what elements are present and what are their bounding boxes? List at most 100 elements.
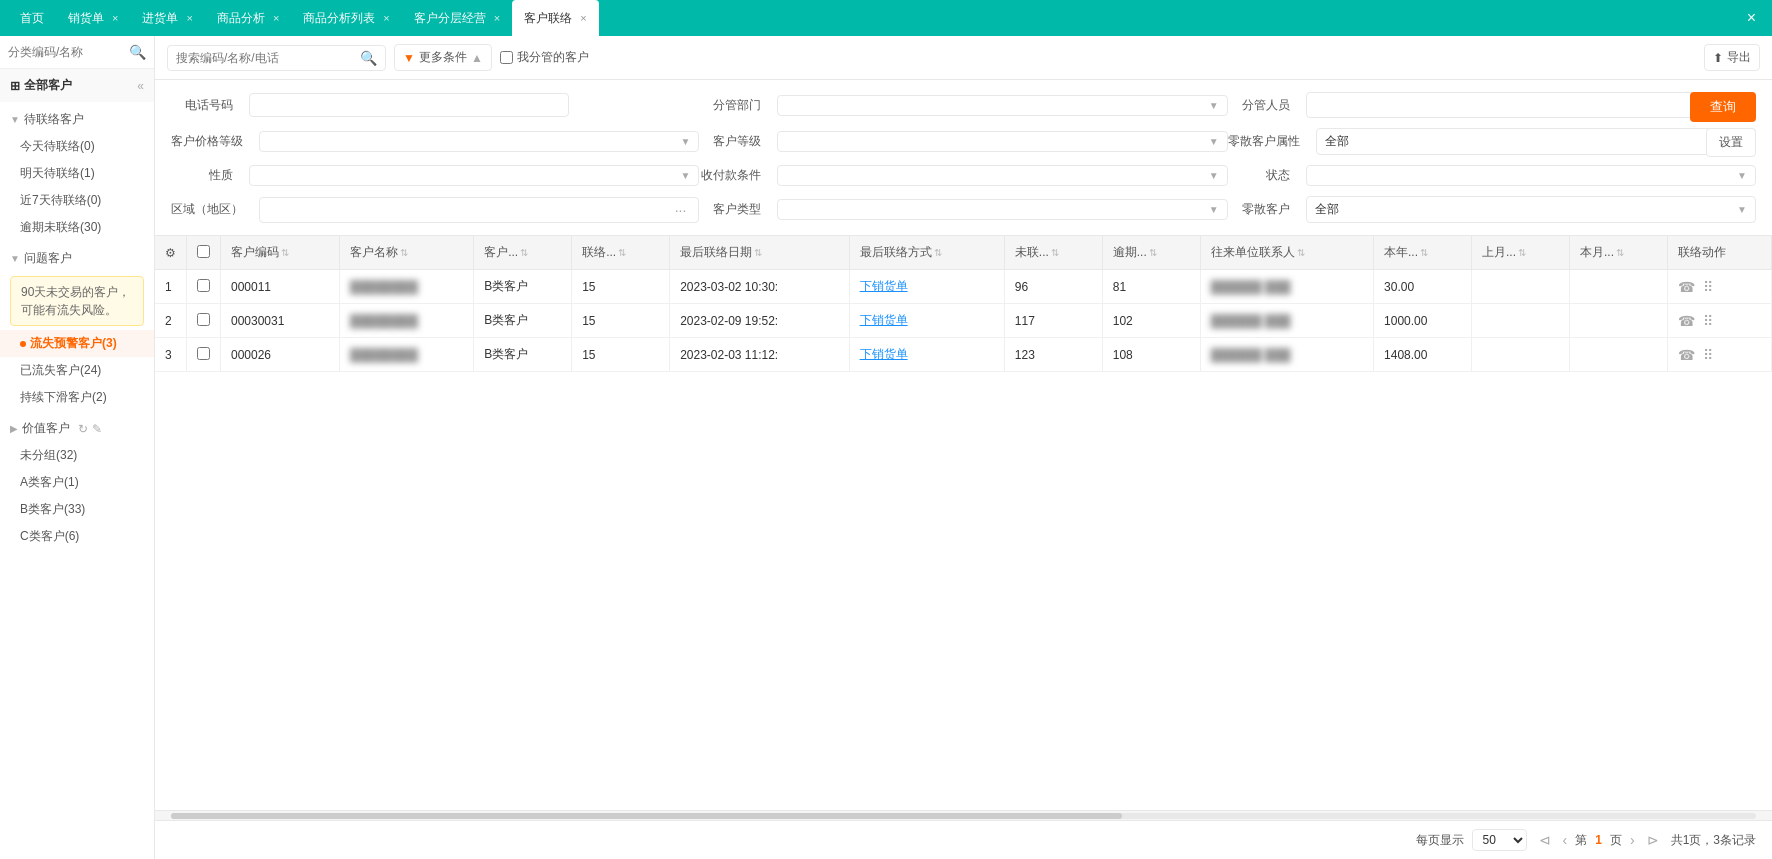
sidebar-item-churned[interactable]: 已流失客户(24) bbox=[0, 357, 154, 384]
close-analysis-tab[interactable]: × bbox=[273, 12, 279, 24]
row-last-month bbox=[1472, 304, 1570, 338]
nav-tab-sales[interactable]: 销货单 × bbox=[56, 0, 130, 36]
edit-icon[interactable]: ✎ bbox=[92, 422, 102, 436]
payment-select[interactable]: ▼ bbox=[777, 165, 1227, 186]
sidebar: 🔍 ⊞ 全部客户 « ▼ 待联络客户 今天待联络(0) 明天待联络(1) 近7天… bbox=[0, 36, 155, 859]
more-icon-2[interactable]: ··· bbox=[671, 202, 691, 218]
export-button[interactable]: ⬆ 导出 bbox=[1704, 44, 1760, 71]
nav-tab-analysis[interactable]: 商品分析 × bbox=[205, 0, 291, 36]
nav-tab-customer-layer[interactable]: 客户分层经营 × bbox=[402, 0, 512, 36]
code-column-header[interactable]: 客户编码⇅ bbox=[221, 236, 340, 270]
last-contact-type-column-header[interactable]: 最后联络方式⇅ bbox=[849, 236, 1004, 270]
row-last-contact-type[interactable]: 下销货单 bbox=[849, 304, 1004, 338]
more-action-icon[interactable]: ⠿ bbox=[1703, 279, 1713, 295]
settings-button[interactable]: 设置 bbox=[1706, 128, 1756, 157]
pagination-bar: 每页显示 50 100 200 ⊲ ‹ 第 1 页 › ⊳ 共1页，3条记录 bbox=[155, 820, 1772, 859]
nav-tab-customer-contact[interactable]: 客户联络 × bbox=[512, 0, 598, 36]
row-checkbox[interactable] bbox=[187, 270, 221, 304]
row-last-contact-type[interactable]: 下销货单 bbox=[849, 338, 1004, 372]
row-last-contact-type[interactable]: 下销货单 bbox=[849, 270, 1004, 304]
query-button[interactable]: 查询 bbox=[1690, 92, 1756, 122]
sidebar-item-tomorrow[interactable]: 明天待联络(1) bbox=[0, 160, 154, 187]
sidebar-item-class-c[interactable]: C类客户(6) bbox=[0, 523, 154, 550]
search-button[interactable]: 🔍 bbox=[360, 50, 377, 66]
person-select[interactable]: ··· bbox=[1306, 92, 1756, 118]
region-select[interactable]: ··· bbox=[259, 197, 699, 223]
nav-tab-purchase[interactable]: 进货单 × bbox=[130, 0, 204, 36]
filter-row-3: 性质 ▼ 收付款条件 ▼ 状态 bbox=[171, 165, 1756, 186]
horizontal-scrollbar[interactable] bbox=[155, 810, 1772, 820]
gender-select[interactable]: ▼ bbox=[249, 165, 699, 186]
row-checkbox[interactable] bbox=[187, 304, 221, 338]
row-last-month bbox=[1472, 270, 1570, 304]
sidebar-all-customers-header[interactable]: ⊞ 全部客户 « bbox=[0, 69, 154, 102]
close-customer-layer-tab[interactable]: × bbox=[494, 12, 500, 24]
sidebar-item-churn-warning[interactable]: 流失预警客户(3) bbox=[0, 330, 154, 357]
this-year-column-header[interactable]: 本年...⇅ bbox=[1374, 236, 1472, 270]
contact-column-header[interactable]: 联络...⇅ bbox=[572, 236, 670, 270]
contact-person-column-header[interactable]: 往来单位联系人⇅ bbox=[1200, 236, 1373, 270]
sidebar-item-7days[interactable]: 近7天待联络(0) bbox=[0, 187, 154, 214]
overdue-column-header[interactable]: 逾期...⇅ bbox=[1102, 236, 1200, 270]
per-page-select[interactable]: 50 100 200 bbox=[1472, 829, 1527, 851]
nav-tab-analysis-list[interactable]: 商品分析列表 × bbox=[291, 0, 401, 36]
type-column-header[interactable]: 客户...⇅ bbox=[474, 236, 572, 270]
close-analysis-list-tab[interactable]: × bbox=[383, 12, 389, 24]
grade-select[interactable]: ▼ bbox=[777, 131, 1227, 152]
zero-attr-select[interactable]: 全部 ▼ bbox=[1316, 128, 1756, 155]
sidebar-item-class-a[interactable]: A类客户(1) bbox=[0, 469, 154, 496]
contact-action-icon[interactable]: ☎ bbox=[1678, 313, 1695, 329]
scrollbar-thumb[interactable] bbox=[171, 813, 1122, 819]
window-close-button[interactable]: × bbox=[1739, 9, 1764, 27]
row-type: B类客户 bbox=[474, 270, 572, 304]
first-page-button[interactable]: ⊲ bbox=[1535, 830, 1555, 850]
row-last-contact-date: 2023-03-02 10:30: bbox=[670, 270, 849, 304]
contact-action-icon[interactable]: ☎ bbox=[1678, 279, 1695, 295]
sidebar-group-pending-title[interactable]: ▼ 待联络客户 bbox=[0, 106, 154, 133]
refresh-icon[interactable]: ↻ bbox=[78, 422, 88, 436]
filter-zero-customer: 零散客户 全部 ▼ bbox=[1228, 196, 1756, 223]
no-contact-column-header[interactable]: 未联...⇅ bbox=[1004, 236, 1102, 270]
sidebar-item-declining[interactable]: 持续下滑客户(2) bbox=[0, 384, 154, 411]
sidebar-collapse-button[interactable]: « bbox=[137, 79, 144, 93]
sidebar-group-value-title[interactable]: ▶ 价值客户 ↻ ✎ bbox=[0, 415, 154, 442]
contact-action-icon[interactable]: ☎ bbox=[1678, 347, 1695, 363]
sidebar-item-today[interactable]: 今天待联络(0) bbox=[0, 133, 154, 160]
name-column-header[interactable]: 客户名称⇅ bbox=[340, 236, 474, 270]
select-all-checkbox[interactable] bbox=[197, 245, 210, 258]
sort-icon-7: ⇅ bbox=[1051, 247, 1059, 258]
checkbox-column-header[interactable] bbox=[187, 236, 221, 270]
prev-page-button[interactable]: ‹ bbox=[1559, 830, 1572, 850]
price-grade-select[interactable]: ▼ bbox=[259, 131, 699, 152]
dept-select[interactable]: ▼ bbox=[777, 95, 1227, 116]
last-month-column-header[interactable]: 上月...⇅ bbox=[1472, 236, 1570, 270]
sidebar-search-icon[interactable]: 🔍 bbox=[129, 44, 146, 60]
my-customers-checkbox[interactable] bbox=[500, 51, 513, 64]
close-purchase-tab[interactable]: × bbox=[186, 12, 192, 24]
sidebar-group-problem-title[interactable]: ▼ 问题客户 bbox=[0, 245, 154, 272]
status-select[interactable]: ▼ bbox=[1306, 165, 1756, 186]
sidebar-item-ungroup[interactable]: 未分组(32) bbox=[0, 442, 154, 469]
last-page-button[interactable]: ⊳ bbox=[1643, 830, 1663, 850]
this-month-column-header[interactable]: 本月...⇅ bbox=[1569, 236, 1667, 270]
more-action-icon[interactable]: ⠿ bbox=[1703, 313, 1713, 329]
row-checkbox[interactable] bbox=[187, 338, 221, 372]
settings-column-header[interactable]: ⚙ bbox=[155, 236, 187, 270]
close-sales-tab[interactable]: × bbox=[112, 12, 118, 24]
zero-customer-select[interactable]: 全部 ▼ bbox=[1306, 196, 1756, 223]
nav-tab-home[interactable]: 首页 bbox=[8, 0, 56, 36]
close-customer-contact-tab[interactable]: × bbox=[580, 12, 586, 24]
row-type: B类客户 bbox=[474, 304, 572, 338]
sidebar-item-overdue[interactable]: 逾期未联络(30) bbox=[0, 214, 154, 241]
search-input[interactable] bbox=[176, 51, 356, 65]
more-conditions-button[interactable]: ▼ 更多条件 ▲ bbox=[394, 44, 492, 71]
active-indicator-dot bbox=[20, 341, 26, 347]
last-contact-date-column-header[interactable]: 最后联络日期⇅ bbox=[670, 236, 849, 270]
customer-type-select[interactable]: ▼ bbox=[777, 199, 1227, 220]
my-customers-checkbox-area[interactable]: 我分管的客户 bbox=[500, 49, 589, 66]
sidebar-search-input[interactable] bbox=[8, 45, 123, 59]
sidebar-item-class-b[interactable]: B类客户(33) bbox=[0, 496, 154, 523]
more-action-icon[interactable]: ⠿ bbox=[1703, 347, 1713, 363]
next-page-button[interactable]: › bbox=[1626, 830, 1639, 850]
phone-input[interactable] bbox=[249, 93, 569, 117]
